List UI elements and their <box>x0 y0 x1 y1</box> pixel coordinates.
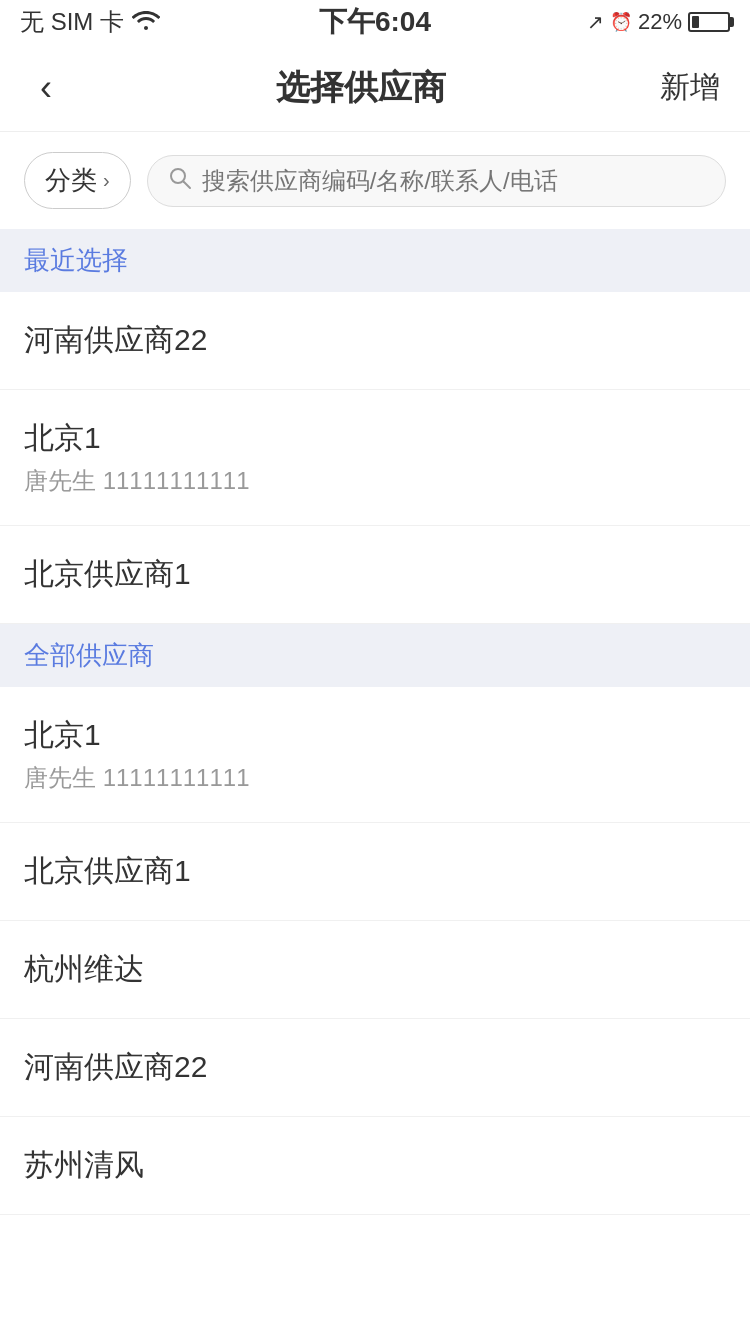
item-name: 苏州清风 <box>24 1145 726 1186</box>
item-name: 杭州维达 <box>24 949 726 990</box>
status-left: 无 SIM 卡 <box>20 6 160 38</box>
recent-list: 河南供应商22 北京1 唐先生 11111111111 北京供应商1 <box>0 292 750 624</box>
battery-icon <box>688 12 730 32</box>
sim-text: 无 SIM 卡 <box>20 6 124 38</box>
search-box <box>147 155 726 207</box>
status-bar: 无 SIM 卡 下午6:04 ↗ ⏰ 22% <box>0 0 750 44</box>
all-list: 北京1 唐先生 11111111111 北京供应商1 杭州维达河南供应商22 苏州清风 <box>0 687 750 1215</box>
list-item[interactable]: 北京1 唐先生 11111111111 <box>0 390 750 526</box>
search-input[interactable] <box>202 167 705 195</box>
item-name: 北京供应商1 <box>24 554 726 595</box>
list-item[interactable]: 北京1 唐先生 11111111111 <box>0 687 750 823</box>
list-item[interactable]: 苏州清风 <box>0 1117 750 1215</box>
battery-percent: 22% <box>638 9 682 35</box>
item-name: 北京供应商1 <box>24 851 726 892</box>
list-item[interactable]: 杭州维达 <box>0 921 750 1019</box>
recent-section-header: 最近选择 <box>0 229 750 292</box>
status-right: ↗ ⏰ 22% <box>587 9 730 35</box>
item-name: 河南供应商22 <box>24 1047 726 1088</box>
item-name: 河南供应商22 <box>24 320 726 361</box>
item-name: 北京1 <box>24 715 726 756</box>
add-button[interactable]: 新增 <box>660 67 720 108</box>
category-label: 分类 <box>45 163 97 198</box>
list-item[interactable]: 北京供应商1 <box>0 823 750 921</box>
svg-line-1 <box>183 181 190 188</box>
list-item[interactable]: 河南供应商22 <box>0 1019 750 1117</box>
wifi-icon <box>132 8 160 36</box>
location-icon: ↗ <box>587 10 604 34</box>
item-sub: 唐先生 11111111111 <box>24 465 726 497</box>
all-section-header: 全部供应商 <box>0 624 750 687</box>
item-name: 北京1 <box>24 418 726 459</box>
status-time: 下午6:04 <box>319 3 431 41</box>
back-button[interactable]: ‹ <box>30 57 62 119</box>
alarm-icon: ⏰ <box>610 11 632 33</box>
search-icon <box>168 166 192 196</box>
page-title: 选择供应商 <box>276 65 446 111</box>
list-item[interactable]: 河南供应商22 <box>0 292 750 390</box>
item-sub: 唐先生 11111111111 <box>24 762 726 794</box>
filter-row: 分类 › <box>0 132 750 229</box>
list-item[interactable]: 北京供应商1 <box>0 526 750 624</box>
category-button[interactable]: 分类 › <box>24 152 131 209</box>
chevron-right-icon: › <box>103 169 110 192</box>
nav-bar: ‹ 选择供应商 新增 <box>0 44 750 132</box>
